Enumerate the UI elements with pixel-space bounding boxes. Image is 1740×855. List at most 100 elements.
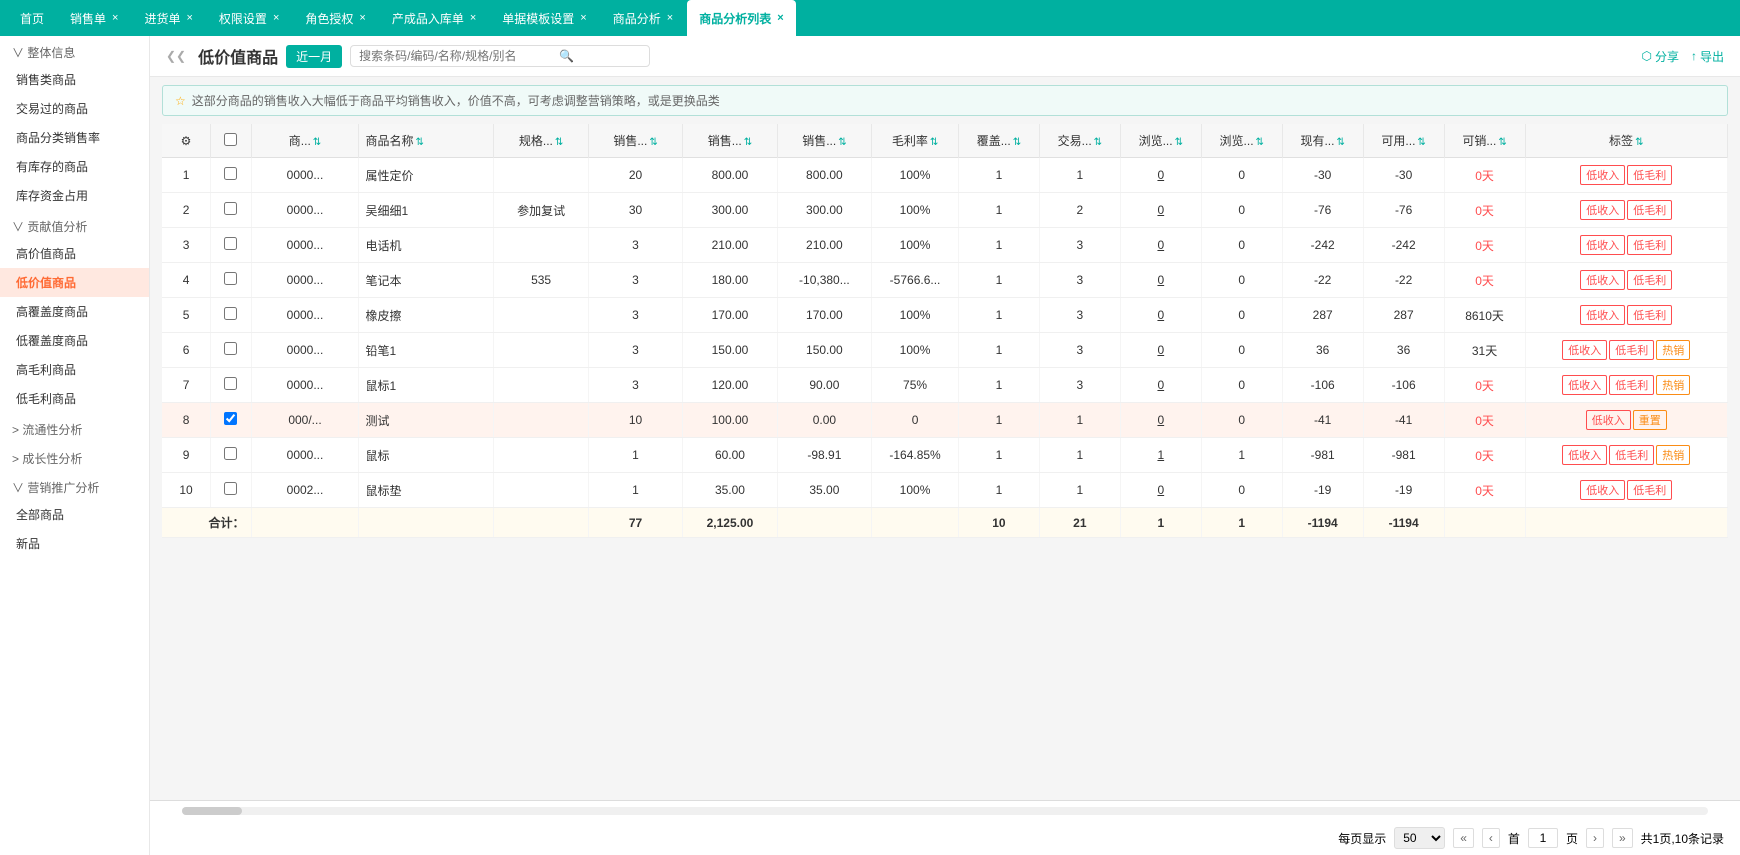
row-checkbox[interactable] (224, 237, 237, 250)
close-icon[interactable]: × (112, 12, 118, 24)
row-browse1[interactable]: 0 (1120, 158, 1201, 193)
col-trans-header: 交易...⇅ (1039, 124, 1120, 158)
nav-item-home[interactable]: 首页 (8, 0, 56, 36)
close-icon[interactable]: × (777, 12, 783, 24)
page-number-input[interactable] (1528, 828, 1558, 848)
sidebar-item-sales-products[interactable]: 销售类商品 (0, 65, 149, 94)
close-icon[interactable]: × (580, 12, 586, 24)
row-name[interactable]: 鼠标1 (359, 368, 494, 403)
sidebar-group-title-overall[interactable]: ∨ 整体信息 (0, 36, 149, 65)
row-name[interactable]: 吴细细1 (359, 193, 494, 228)
row-browse1[interactable]: 0 (1120, 473, 1201, 508)
close-icon[interactable]: × (470, 12, 476, 24)
sidebar-item-low-value[interactable]: 低价值商品 (0, 268, 149, 297)
row-check[interactable] (211, 158, 251, 193)
export-button[interactable]: ↑ 导出 (1691, 48, 1724, 65)
row-margin: 100% (872, 228, 959, 263)
row-checkbox[interactable] (224, 412, 237, 425)
row-spec (494, 403, 588, 438)
row-name[interactable]: 鼠标垫 (359, 473, 494, 508)
nav-item-template[interactable]: 单据模板设置 × (490, 0, 598, 36)
nav-item-permission[interactable]: 权限设置 × (207, 0, 291, 36)
sidebar-item-low-margin[interactable]: 低毛利商品 (0, 384, 149, 413)
row-browse1[interactable]: 0 (1120, 228, 1201, 263)
row-check[interactable] (211, 368, 251, 403)
row-coverage: 1 (958, 403, 1039, 438)
sidebar-group-title-contribution[interactable]: ∨ 贡献值分析 (0, 210, 149, 239)
sidebar-item-low-coverage[interactable]: 低覆盖度商品 (0, 326, 149, 355)
sidebar-group-title-marketing[interactable]: ∨ 营销推广分析 (0, 471, 149, 500)
row-checkbox[interactable] (224, 377, 237, 390)
close-icon[interactable]: × (667, 12, 673, 24)
row-browse1[interactable]: 0 (1120, 368, 1201, 403)
row-checkbox[interactable] (224, 482, 237, 495)
sidebar-item-stock-products[interactable]: 有库存的商品 (0, 152, 149, 181)
next-page-btn[interactable]: › (1586, 828, 1604, 848)
row-browse1[interactable]: 0 (1120, 263, 1201, 298)
row-name[interactable]: 铅笔1 (359, 333, 494, 368)
share-button[interactable]: ⬡ 分享 (1641, 48, 1679, 65)
sidebar-item-high-value[interactable]: 高价值商品 (0, 239, 149, 268)
row-browse2: 0 (1201, 473, 1282, 508)
row-check[interactable] (211, 193, 251, 228)
row-check[interactable] (211, 333, 251, 368)
row-check[interactable] (211, 263, 251, 298)
nav-item-analysis[interactable]: 商品分析 × (601, 0, 685, 36)
row-name[interactable]: 测试 (359, 403, 494, 438)
col-gear[interactable]: ⚙ (162, 124, 211, 158)
row-browse1[interactable]: 0 (1120, 333, 1201, 368)
row-browse1[interactable]: 1 (1120, 438, 1201, 473)
row-browse1[interactable]: 0 (1120, 298, 1201, 333)
sidebar-group-title-flow[interactable]: > 流通性分析 (0, 413, 149, 442)
prev-page-btn[interactable]: ‹ (1482, 828, 1500, 848)
row-checkbox[interactable] (224, 272, 237, 285)
close-icon[interactable]: × (273, 12, 279, 24)
sidebar-group-title-growth[interactable]: > 成长性分析 (0, 442, 149, 471)
row-name[interactable]: 鼠标 (359, 438, 494, 473)
row-num: 2 (162, 193, 211, 228)
sidebar-item-stock-capital[interactable]: 库存资金占用 (0, 181, 149, 210)
row-browse1[interactable]: 0 (1120, 403, 1201, 438)
sidebar-item-category-sales[interactable]: 商品分类销售率 (0, 123, 149, 152)
row-check[interactable] (211, 438, 251, 473)
nav-item-sales[interactable]: 销售单 × (58, 0, 130, 36)
row-name[interactable]: 笔记本 (359, 263, 494, 298)
row-checkbox[interactable] (224, 202, 237, 215)
select-all-checkbox[interactable] (224, 133, 237, 146)
row-tags: 低收入低毛利 (1525, 193, 1727, 228)
row-name[interactable]: 橡皮擦 (359, 298, 494, 333)
sidebar-item-high-margin[interactable]: 高毛利商品 (0, 355, 149, 384)
time-filter-button[interactable]: 近一月 (286, 45, 342, 68)
gear-icon[interactable]: ⚙ (181, 134, 192, 148)
row-checkbox[interactable] (224, 447, 237, 460)
row-check[interactable] (211, 298, 251, 333)
page-size-select[interactable]: 50 100 200 (1394, 827, 1445, 849)
row-check[interactable] (211, 473, 251, 508)
search-input[interactable] (359, 49, 559, 63)
sidebar-item-high-coverage[interactable]: 高覆盖度商品 (0, 297, 149, 326)
row-checkbox[interactable] (224, 167, 237, 180)
row-check[interactable] (211, 403, 251, 438)
col-check[interactable] (211, 124, 251, 158)
search-icon[interactable]: 🔍 (559, 49, 574, 63)
row-check[interactable] (211, 228, 251, 263)
nav-item-purchase[interactable]: 进货单 × (132, 0, 204, 36)
table-row: 1 0000... 属性定价 20 800.00 800.00 100% 1 1… (162, 158, 1728, 193)
last-page-btn[interactable]: » (1612, 828, 1633, 848)
row-checkbox[interactable] (224, 342, 237, 355)
row-name[interactable]: 属性定价 (359, 158, 494, 193)
close-icon[interactable]: × (186, 12, 192, 24)
nav-item-role[interactable]: 角色授权 × (293, 0, 377, 36)
close-icon[interactable]: × (359, 12, 365, 24)
row-checkbox[interactable] (224, 307, 237, 320)
collapse-sidebar-btn[interactable]: ❮❮ (166, 49, 186, 63)
row-browse1[interactable]: 0 (1120, 193, 1201, 228)
nav-item-product-inbound[interactable]: 产成品入库单 × (380, 0, 488, 36)
row-name[interactable]: 电话机 (359, 228, 494, 263)
first-page-btn[interactable]: « (1453, 828, 1474, 848)
sidebar-item-traded-products[interactable]: 交易过的商品 (0, 94, 149, 123)
row-sale-qty: 3 (588, 263, 682, 298)
sidebar-item-new-products[interactable]: 新品 (0, 529, 149, 558)
sidebar-item-all-products[interactable]: 全部商品 (0, 500, 149, 529)
nav-item-analysis-list[interactable]: 商品分析列表 × (687, 0, 795, 36)
